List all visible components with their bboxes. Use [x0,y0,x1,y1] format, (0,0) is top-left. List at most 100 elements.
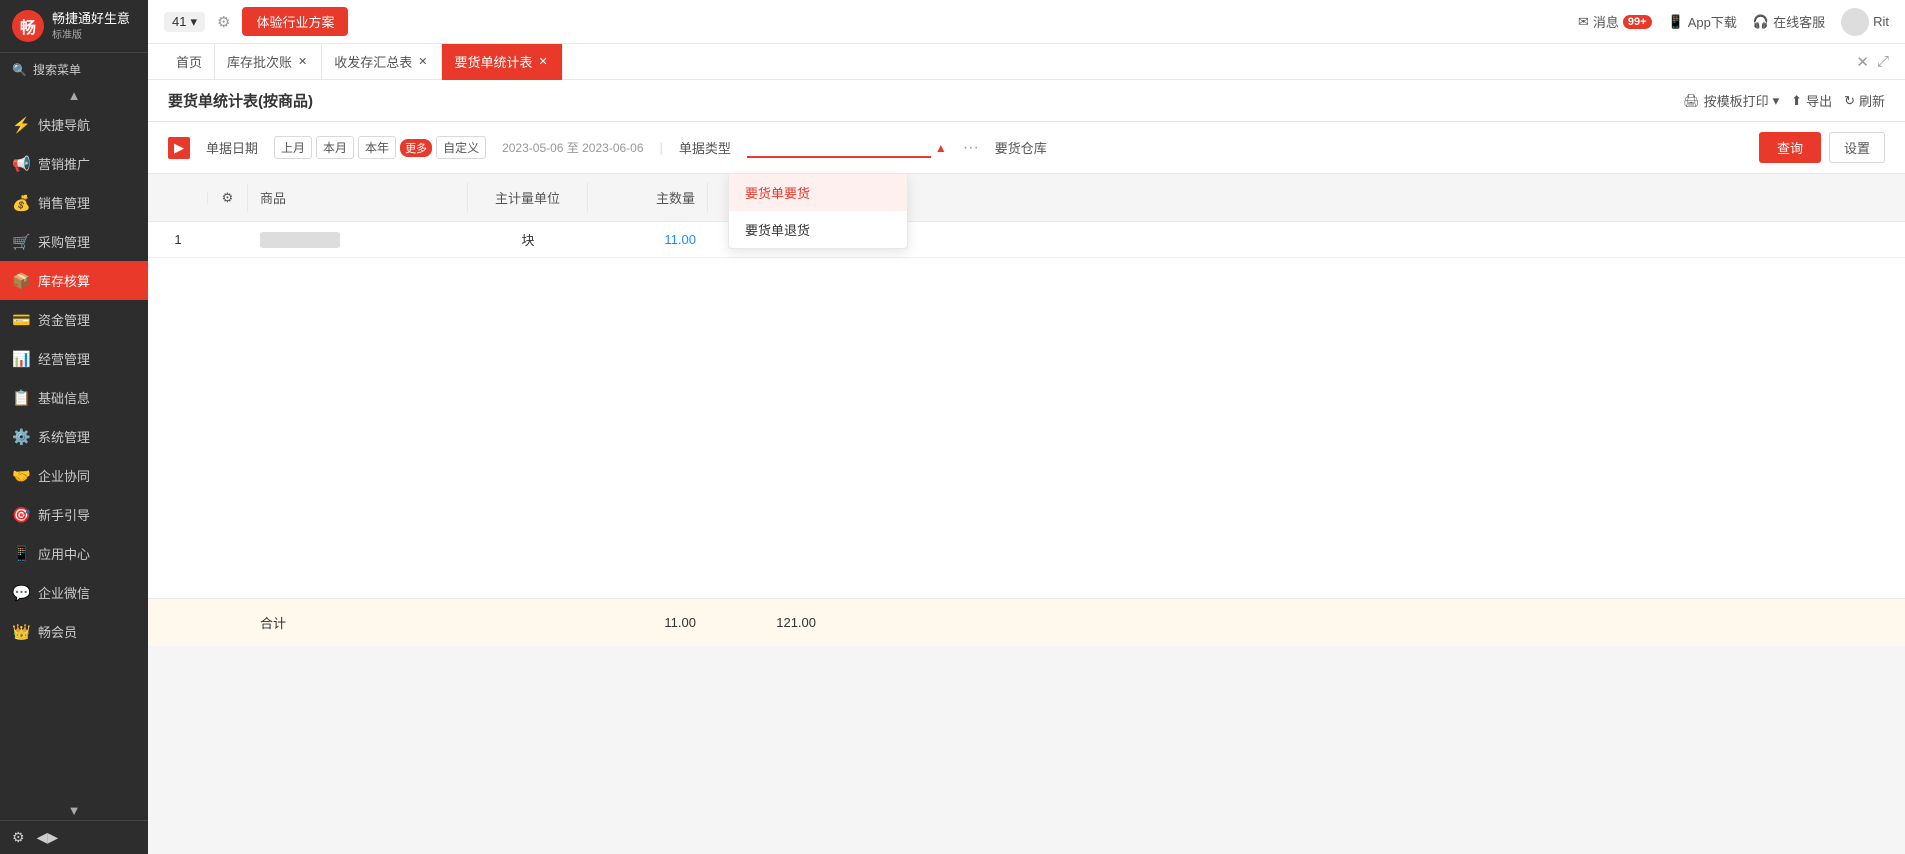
print-button[interactable]: 🖨 按模板打印 ▾ [1683,91,1779,110]
table-section: ⚙ 商品 主计量单位 主数量 零售金额 1 块 11.00 121.0 [148,174,1905,646]
headset-icon: 🎧 [1753,14,1769,30]
footer-quantity: 11.00 [588,609,708,636]
sidebar-label-finance: 资金管理 [38,310,90,329]
footer-unit [468,617,588,629]
close-all-tabs-icon[interactable]: ✕ [1856,53,1869,71]
filter-more-button[interactable]: ··· [963,139,979,157]
sidebar-icon-guide: 🎯 [12,506,30,524]
sidebar-item-finance[interactable]: 💳 资金管理 [0,300,148,339]
tab-home[interactable]: 首页 [164,44,215,80]
app-download-button[interactable]: 📱 App下载 [1668,12,1737,31]
col-header-quantity: 主数量 [588,182,708,213]
type-filter-chevron-up[interactable]: ▲ [935,141,947,155]
query-button[interactable]: 查询 [1759,132,1821,163]
page-title: 要货单统计表(按商品) [168,90,313,111]
sidebar-scroll-down[interactable]: ▼ [0,801,148,820]
expand-tabs-icon[interactable]: ⤢ [1877,53,1889,70]
tab-close-receivable-summary[interactable]: ✕ [416,55,429,68]
topbar-right: ✉ 消息 99+ 📱 App下载 🎧 在线客服 Rit [1578,8,1889,36]
cell-settings [208,232,248,248]
col-header-num [148,192,208,204]
refresh-icon: ↻ [1844,93,1855,109]
tab-inventory-batch[interactable]: 库存批次账✕ [215,44,322,80]
col-settings-icon[interactable]: ⚙ [222,190,234,205]
filter-separator: | [660,140,663,155]
sidebar-item-marketing[interactable]: 📢 营销推广 [0,144,148,183]
tab-label-order-stats: 要货单统计表 [454,52,532,71]
sidebar-label-wechat: 企业微信 [38,583,90,602]
cell-product [248,224,468,256]
filter-bar: ▶ 单据日期 上月 本月 本年 更多 自定义 2023-05-06 至 2023… [148,122,1905,174]
warehouse-filter-label: 要货仓库 [995,138,1047,157]
footer-label: 合计 [248,607,468,638]
sidebar-item-inventory[interactable]: 📦 库存核算 [0,261,148,300]
dropdown-item-order-goods[interactable]: 要货单要货 [729,174,907,211]
tab-close-order-stats[interactable]: ✕ [537,55,550,68]
messages-button[interactable]: ✉ 消息 99+ [1578,12,1652,31]
user-profile[interactable]: Rit [1841,8,1889,36]
date-more-badge[interactable]: 更多 [400,139,432,157]
sidebar-label-quick-nav: 快捷导航 [38,115,90,134]
tab-receivable-summary[interactable]: 收发存汇总表 ✕ [322,44,442,80]
export-button[interactable]: ⬆ 导出 [1791,91,1832,110]
topbar-gear-icon[interactable]: ⚙ [213,13,234,31]
tab-close-inventory-batch[interactable]: ✕ [296,55,309,68]
sidebar: 畅 畅捷通好生意 标准版 🔍 搜索菜单 ▲ ⚡ 快捷导航 📢 营销推广 💰 销售… [0,0,148,854]
settings-button[interactable]: 设置 [1829,132,1885,163]
type-filter-input[interactable] [747,137,931,158]
sidebar-icon-basics: 📋 [12,389,30,407]
date-btn-current[interactable]: 本月 [316,136,354,159]
cell-unit: 块 [468,222,588,257]
sidebar-item-quick-nav[interactable]: ⚡ 快捷导航 [0,105,148,144]
filter-actions: 查询 设置 [1759,132,1885,163]
sidebar-item-wechat[interactable]: 💬 企业微信 [0,573,148,612]
search-icon: 🔍 [12,63,27,77]
cell-num: 1 [148,224,208,255]
tab-label-home: 首页 [176,52,202,71]
tabs-count: 41 [172,14,186,29]
logo-subtitle: 标准版 [52,26,130,41]
messages-badge: 99+ [1623,15,1652,29]
table-row: 1 块 11.00 121.00 [148,222,1905,258]
date-btn-year[interactable]: 本年 [358,136,396,159]
sidebar-label-inventory: 库存核算 [38,271,90,290]
filter-expand-button[interactable]: ▶ [168,137,190,159]
sidebar-scroll-up[interactable]: ▲ [0,86,148,105]
search-menu[interactable]: 🔍 搜索菜单 [0,53,148,86]
avatar [1841,8,1869,36]
tab-order-stats[interactable]: 要货单统计表 ✕ [442,44,562,80]
sidebar-item-purchase[interactable]: 🛒 采购管理 [0,222,148,261]
messages-label: 消息 [1593,12,1619,31]
tab-label-receivable-summary: 收发存汇总表 [334,52,412,71]
sidebar-item-system[interactable]: ⚙️ 系统管理 [0,417,148,456]
col-header-settings[interactable]: ⚙ [208,184,248,212]
menu-toggle-icon[interactable]: ◀▶ [37,829,59,846]
date-btn-custom[interactable]: 自定义 [436,136,486,159]
sidebar-item-appstore[interactable]: 📱 应用中心 [0,534,148,573]
sidebar-item-member[interactable]: 👑 畅会员 [0,612,148,651]
settings-bottom-icon[interactable]: ⚙ [12,829,25,846]
cell-quantity[interactable]: 11.00 [588,224,708,255]
sidebar-item-guide[interactable]: 🎯 新手引导 [0,495,148,534]
sidebar-icon-member: 👑 [12,623,30,641]
sidebar-label-guide: 新手引导 [38,505,90,524]
app-label: App下载 [1688,12,1737,31]
dropdown-item-order-return[interactable]: 要货单退货 [729,211,907,248]
promo-button[interactable]: 体验行业方案 [242,7,348,36]
product-blurred [260,232,340,248]
date-btn-up[interactable]: 上月 [274,136,312,159]
sidebar-icon-enterprise: 🤝 [12,467,30,485]
page-header: 要货单统计表(按商品) 🖨 按模板打印 ▾ ⬆ 导出 ↻ 刷新 [148,80,1905,122]
tabs-count-selector[interactable]: 41 ▾ [164,12,205,32]
sidebar-icon-finance: 💳 [12,311,30,329]
sidebar-item-enterprise[interactable]: 🤝 企业协同 [0,456,148,495]
sidebar-icon-inventory: 📦 [12,272,30,290]
export-label: 导出 [1806,91,1832,110]
sidebar-item-sales[interactable]: 💰 销售管理 [0,183,148,222]
sidebar-item-operations[interactable]: 📊 经营管理 [0,339,148,378]
sidebar-label-appstore: 应用中心 [38,544,90,563]
sidebar-item-basics[interactable]: 📋 基础信息 [0,378,148,417]
refresh-button[interactable]: ↻ 刷新 [1844,91,1885,110]
quantity-link[interactable]: 11.00 [664,232,696,247]
online-service-button[interactable]: 🎧 在线客服 [1753,12,1825,31]
